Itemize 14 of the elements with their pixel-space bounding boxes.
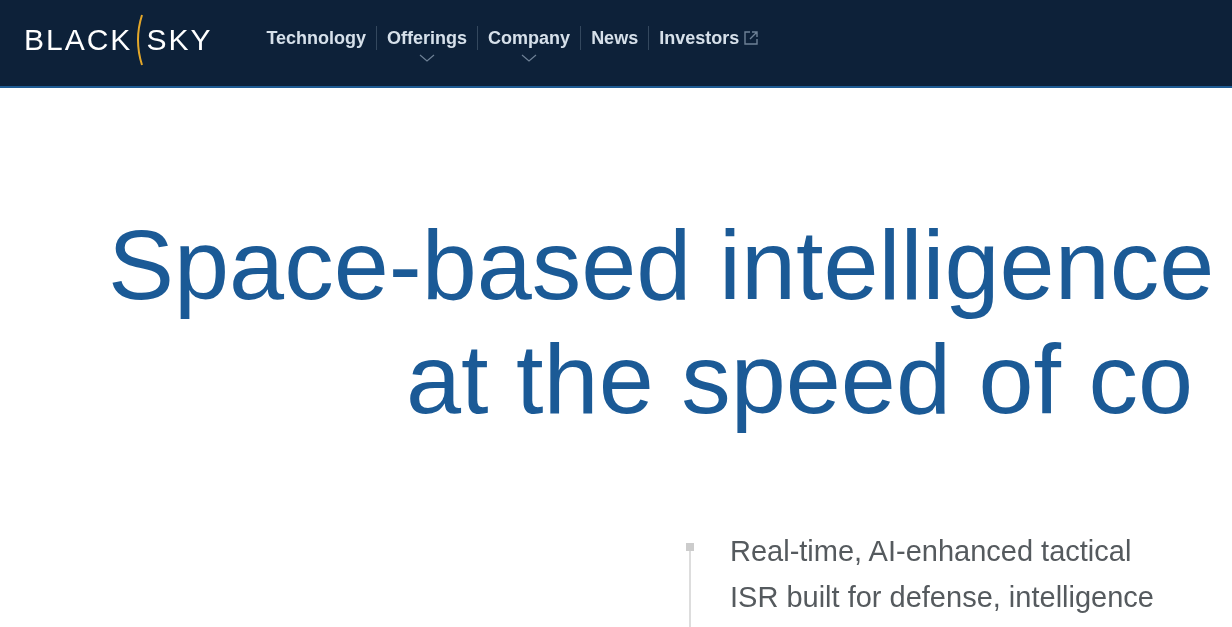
chevron-down-icon[interactable] — [418, 54, 435, 62]
headline: Space-based intelligence — [108, 209, 1215, 320]
nav-link[interactable]: Company — [477, 26, 581, 50]
nav-link[interactable]: Investors — [648, 26, 770, 50]
logo-text: BLACK — [24, 23, 133, 57]
headline: at the speed of co — [406, 323, 1194, 434]
nav-link[interactable]: Offerings — [376, 26, 478, 50]
nav-link[interactable]: News — [580, 26, 649, 50]
external-link-icon — [743, 30, 760, 46]
arc-icon — [134, 14, 145, 66]
chevron-down-icon[interactable] — [520, 54, 537, 62]
intro-paragraph: Real-time, AI-enhanced tactical ISR built for defense, intelligence — [730, 534, 1154, 615]
nav-link[interactable]: Technology — [256, 26, 377, 50]
logo-text: SKY — [146, 23, 213, 57]
